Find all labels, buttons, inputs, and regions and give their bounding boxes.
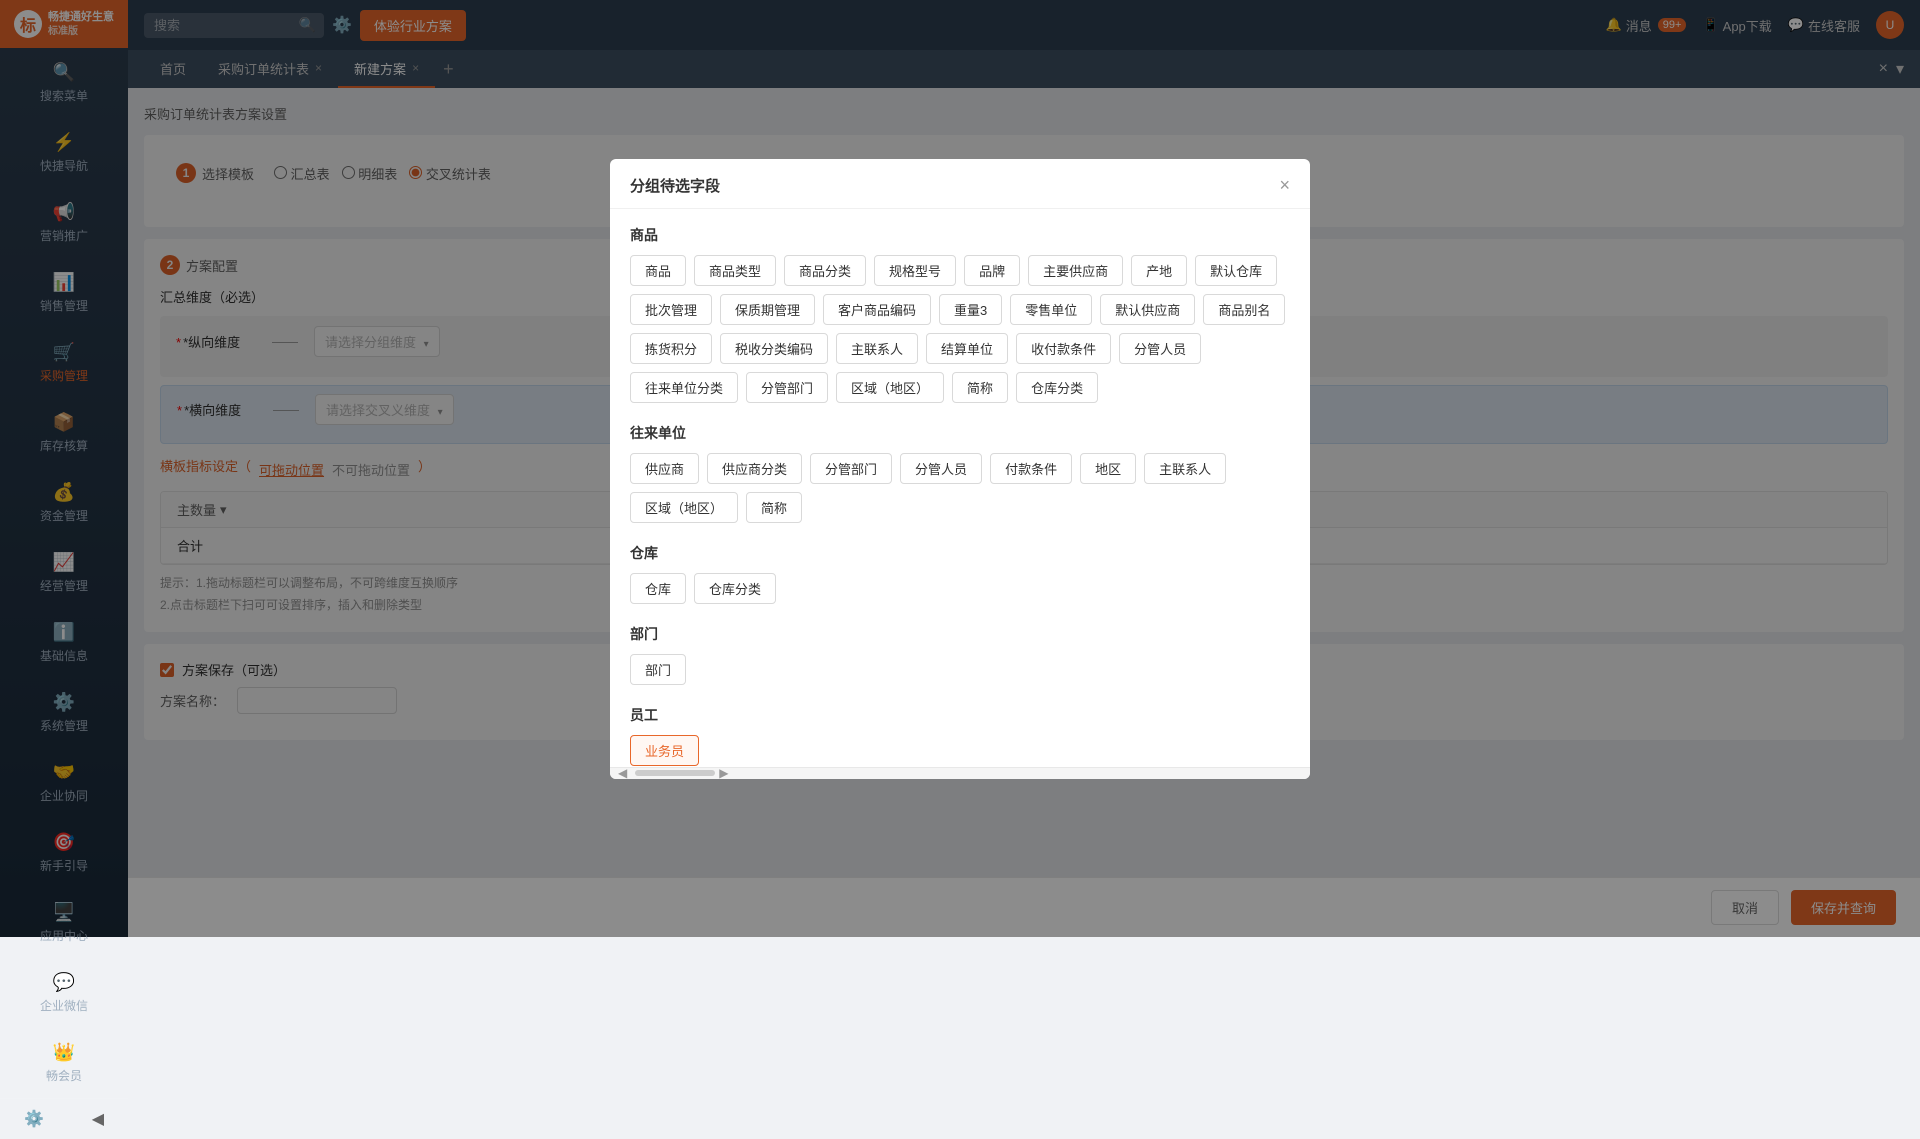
field-tag-default-warehouse[interactable]: 默认仓库 [1195, 255, 1277, 286]
field-group-department: 部门 部门 [630, 624, 1290, 685]
field-tag-salesperson[interactable]: 业务员 [630, 735, 699, 766]
field-group-partner-title: 往来单位 [630, 423, 1290, 443]
field-tags-partner: 供应商 供应商分类 分管部门 分管人员 付款条件 地区 主联系人 区域（地区） … [630, 453, 1290, 523]
field-group-product: 商品 商品 商品类型 商品分类 规格型号 品牌 主要供应商 产地 默认仓库 批次… [630, 225, 1290, 403]
field-tag-payment-terms[interactable]: 收付款条件 [1016, 333, 1111, 364]
field-tag-spec-model[interactable]: 规格型号 [874, 255, 956, 286]
modal-header: 分组待选字段 × [610, 159, 1310, 209]
field-tag-origin[interactable]: 产地 [1131, 255, 1187, 286]
field-tag-main-contact2[interactable]: 主联系人 [1144, 453, 1226, 484]
field-tag-product-category[interactable]: 商品分类 [784, 255, 866, 286]
field-tag-retail-unit[interactable]: 零售单位 [1010, 294, 1092, 325]
field-select-modal: 分组待选字段 × 商品 商品 商品类型 商品分类 规格型号 品牌 主要供应商 产… [610, 159, 1310, 779]
field-group-department-title: 部门 [630, 624, 1290, 644]
field-tag-dept[interactable]: 分管部门 [746, 372, 828, 403]
field-tags-product: 商品 商品类型 商品分类 规格型号 品牌 主要供应商 产地 默认仓库 批次管理 … [630, 255, 1290, 403]
field-tag-main-contact[interactable]: 主联系人 [836, 333, 918, 364]
field-tag-area[interactable]: 地区 [1080, 453, 1136, 484]
field-tags-employee: 业务员 [630, 735, 1290, 766]
field-tag-shelf-life[interactable]: 保质期管理 [720, 294, 815, 325]
field-tag-warehouse-cat[interactable]: 仓库分类 [694, 573, 776, 604]
collapse-button[interactable]: ◀ [92, 1109, 104, 1129]
field-tag-short-name[interactable]: 简称 [952, 372, 1008, 403]
modal-title: 分组待选字段 [630, 175, 720, 196]
field-tag-product[interactable]: 商品 [630, 255, 686, 286]
scroll-right-arrow[interactable]: ▶ [715, 766, 732, 780]
field-tag-customer-code[interactable]: 客户商品编码 [823, 294, 931, 325]
field-tag-payment-cond[interactable]: 付款条件 [990, 453, 1072, 484]
vip-icon: 👑 [53, 1042, 75, 1063]
sidebar-item-vip[interactable]: 👑 畅会员 [0, 1028, 128, 1098]
field-tag-settlement-unit[interactable]: 结算单位 [926, 333, 1008, 364]
field-tag-alias[interactable]: 商品别名 [1203, 294, 1285, 325]
field-tag-supplier-category[interactable]: 供应商分类 [707, 453, 802, 484]
modal-horizontal-scrollbar[interactable]: ◀ ▶ [610, 767, 1310, 779]
sidebar-bottom: ⚙️ ◀ [0, 1098, 128, 1139]
field-group-warehouse: 仓库 仓库 仓库分类 [630, 543, 1290, 604]
modal-body: 商品 商品 商品类型 商品分类 规格型号 品牌 主要供应商 产地 默认仓库 批次… [610, 209, 1310, 767]
field-group-warehouse-title: 仓库 [630, 543, 1290, 563]
sidebar-item-label: 畅会员 [46, 1067, 82, 1084]
settings-button[interactable]: ⚙️ [24, 1109, 44, 1129]
field-tags-warehouse: 仓库 仓库分类 [630, 573, 1290, 604]
field-tag-supplier[interactable]: 供应商 [630, 453, 699, 484]
field-tag-product-type[interactable]: 商品类型 [694, 255, 776, 286]
field-tag-manager[interactable]: 分管人员 [1119, 333, 1201, 364]
field-tag-partner-category[interactable]: 往来单位分类 [630, 372, 738, 403]
field-tag-main-supplier[interactable]: 主要供应商 [1028, 255, 1123, 286]
field-tag-warehouse[interactable]: 仓库 [630, 573, 686, 604]
field-tag-pick-score[interactable]: 拣货积分 [630, 333, 712, 364]
field-tag-short-name2[interactable]: 简称 [746, 492, 802, 523]
field-group-employee: 员工 业务员 [630, 705, 1290, 766]
field-tag-warehouse-category[interactable]: 仓库分类 [1016, 372, 1098, 403]
field-group-product-title: 商品 [630, 225, 1290, 245]
field-tags-department: 部门 [630, 654, 1290, 685]
field-tag-region2[interactable]: 区域（地区） [630, 492, 738, 523]
field-tag-weight[interactable]: 重量3 [939, 294, 1002, 325]
field-tag-brand[interactable]: 品牌 [964, 255, 1020, 286]
field-tag-manager2[interactable]: 分管人员 [900, 453, 982, 484]
field-tag-region[interactable]: 区域（地区） [836, 372, 944, 403]
field-tag-dept2[interactable]: 分管部门 [810, 453, 892, 484]
scroll-thumb[interactable] [635, 770, 715, 776]
field-tag-batch-mgmt[interactable]: 批次管理 [630, 294, 712, 325]
sidebar-item-label: 企业微信 [40, 997, 88, 1014]
sidebar-item-wecom[interactable]: 💬 企业微信 [0, 958, 128, 1028]
field-group-employee-title: 员工 [630, 705, 1290, 725]
field-tag-department[interactable]: 部门 [630, 654, 686, 685]
modal-overlay[interactable]: 分组待选字段 × 商品 商品 商品类型 商品分类 规格型号 品牌 主要供应商 产… [0, 0, 1920, 937]
scroll-left-arrow[interactable]: ◀ [614, 766, 631, 780]
field-group-partner: 往来单位 供应商 供应商分类 分管部门 分管人员 付款条件 地区 主联系人 区域… [630, 423, 1290, 523]
field-tag-default-supplier[interactable]: 默认供应商 [1100, 294, 1195, 325]
modal-close-button[interactable]: × [1279, 175, 1290, 196]
field-tag-tax-code[interactable]: 税收分类编码 [720, 333, 828, 364]
wecom-icon: 💬 [53, 972, 75, 993]
